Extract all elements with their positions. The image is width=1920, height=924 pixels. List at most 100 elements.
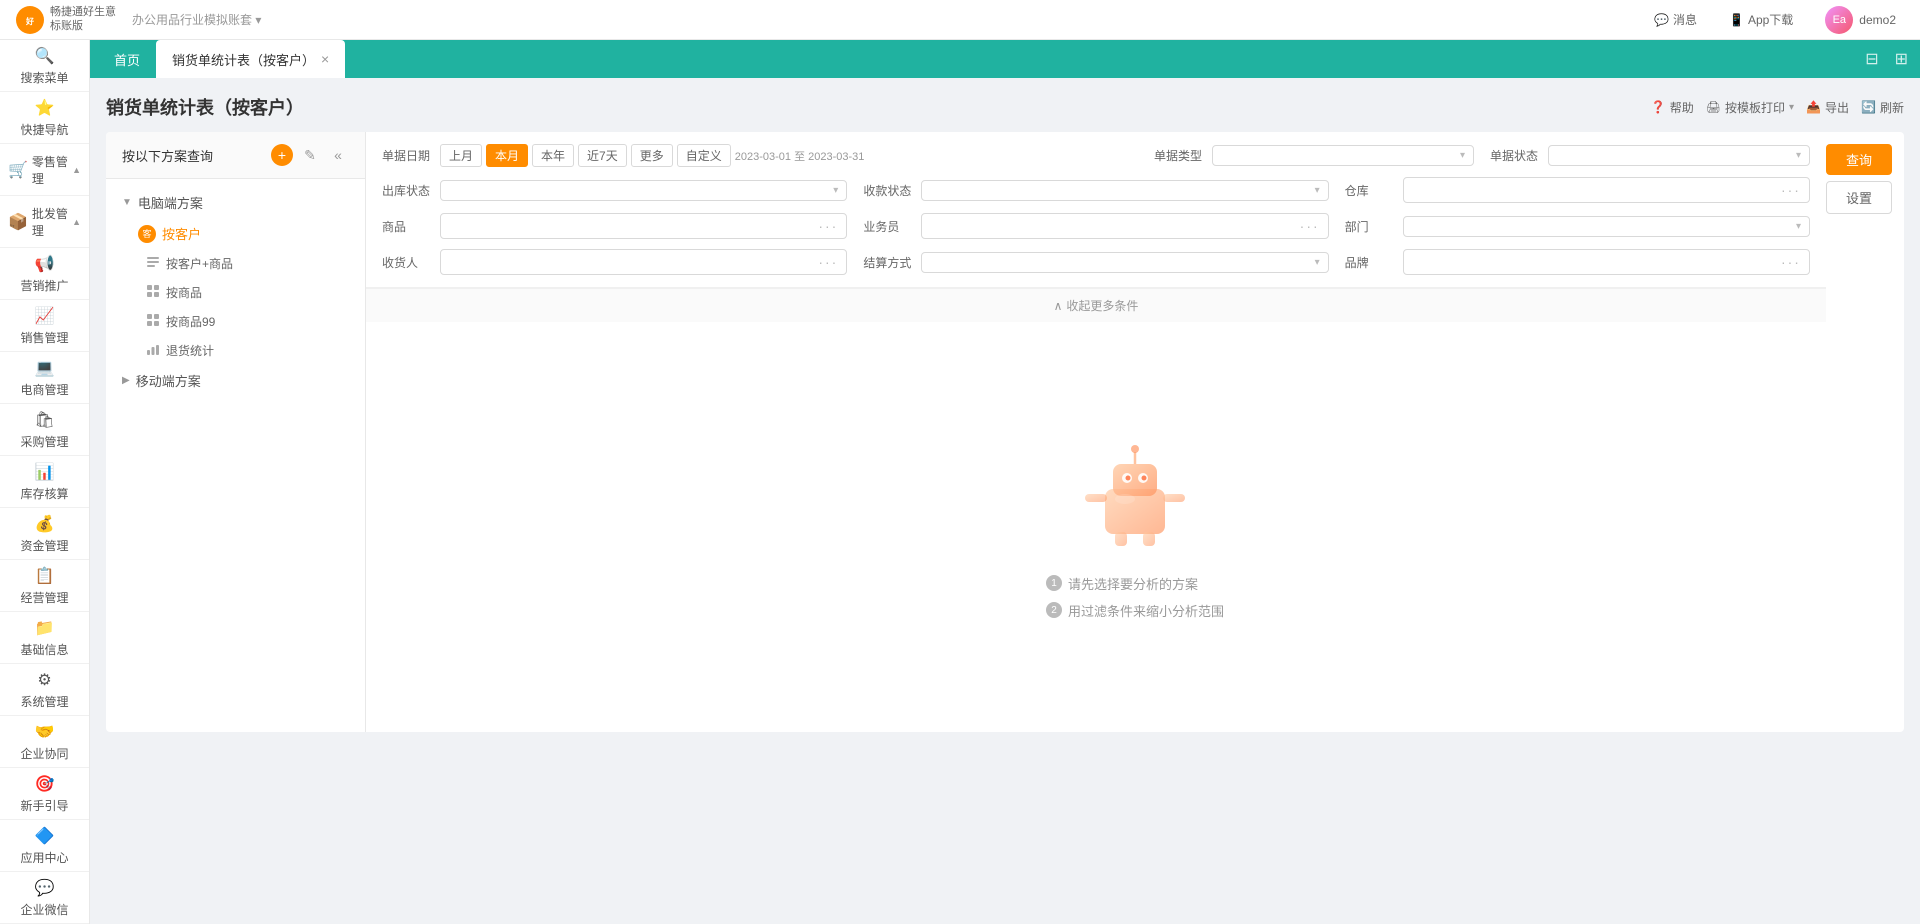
doc-status-select[interactable]: ▾ [1548, 145, 1810, 166]
return-stat-icon [146, 342, 160, 359]
doc-type-select[interactable]: ▾ [1212, 145, 1474, 166]
query-btn-group: 查询 设置 [1826, 132, 1904, 322]
salesperson-select[interactable]: ··· [921, 213, 1328, 239]
sidebar-label-wholesale: 批发管理 [32, 205, 68, 239]
customer-goods-icon [146, 255, 160, 272]
edit-scheme-button[interactable]: ✎ [299, 144, 321, 166]
empty-tip-1: 1 请先选择要分析的方案 [1046, 574, 1224, 593]
sidebar-item-enterprise[interactable]: 🤝 企业协同 [0, 716, 89, 768]
sidebar-item-ecommerce[interactable]: 💻 电商管理 [0, 352, 89, 404]
breadcrumb[interactable]: 办公用品行业模拟账套 ▾ [132, 11, 261, 28]
warehouse-select[interactable]: ··· [1403, 177, 1810, 203]
date-more[interactable]: 更多 [631, 144, 673, 167]
sidebar-item-system[interactable]: ⚙ 系统管理 [0, 664, 89, 716]
tab-sales-stat[interactable]: 销货单统计表（按客户） × [156, 40, 345, 78]
sidebar-label-apps: 应用中心 [20, 849, 68, 866]
filter-row-4: 收货人 ··· 结算方式 [382, 249, 1810, 275]
tab-close-icon[interactable]: × [321, 52, 329, 66]
user-menu-button[interactable]: Ea demo2 [1817, 2, 1904, 38]
refresh-button[interactable]: 🔄 刷新 [1861, 99, 1904, 116]
message-button[interactable]: 💬 消息 [1646, 7, 1705, 32]
ship-status-select[interactable]: ▾ [440, 180, 847, 201]
receipt-status-select[interactable]: ▾ [921, 180, 1328, 201]
add-scheme-button[interactable]: + [271, 144, 293, 166]
help-button[interactable]: ❓ 帮助 [1651, 99, 1694, 116]
purchase-icon: 🛍 [34, 410, 54, 430]
brand-select[interactable]: ··· [1403, 249, 1810, 275]
doc-status-label: 单据状态 [1490, 147, 1540, 164]
sidebar-item-shortcut[interactable]: ⭐ 快捷导航 [0, 92, 89, 144]
sidebar-item-operation[interactable]: 📋 经营管理 [0, 560, 89, 612]
tree-group-pc[interactable]: ▼ 电脑端方案 [106, 187, 365, 218]
date-filter-control: 上月 本月 本年 近7天 更多 自定义 2023-03-01 至 2023-03… [440, 144, 1138, 167]
mobile-group-arrow: ▶ [122, 375, 130, 386]
wechat-icon: 💬 [35, 878, 55, 898]
page-content: 销货单统计表（按客户） ❓ 帮助 🖨 按模板打印 ▾ 📤 导出 [90, 78, 1920, 924]
app-download-button[interactable]: 📱 App下载 [1721, 7, 1801, 32]
dept-arrow-icon: ▾ [1796, 221, 1801, 232]
main-panel: 按以下方案查询 + ✎ « [106, 132, 1904, 732]
sidebar-item-marketing[interactable]: 📢 营销推广 [0, 248, 89, 300]
date-range-text: 2023-03-01 至 2023-03-31 [735, 148, 865, 164]
template-print-button[interactable]: 🖨 按模板打印 ▾ [1706, 99, 1794, 116]
collapse-bar[interactable]: ∧ 收起更多条件 [366, 288, 1826, 322]
date-last-month[interactable]: 上月 [440, 144, 482, 167]
enterprise-icon: 🤝 [35, 722, 55, 742]
tree-group-mobile[interactable]: ▶ 移动端方案 [106, 365, 365, 396]
tree-item-by-goods[interactable]: 按商品 [106, 278, 365, 307]
wholesale-arrow-icon: ▲ [72, 217, 81, 227]
sidebar-item-newbie[interactable]: 🎯 新手引导 [0, 768, 89, 820]
tree-item-by-customer[interactable]: 客 按客户 [106, 218, 365, 249]
page-header: 销货单统计表（按客户） ❓ 帮助 🖨 按模板打印 ▾ 📤 导出 [106, 94, 1904, 120]
setting-button[interactable]: 设置 [1826, 181, 1892, 214]
sidebar-label-basic: 基础信息 [20, 641, 68, 658]
receiver-select[interactable]: ··· [440, 249, 847, 275]
refresh-icon: 🔄 [1861, 100, 1876, 114]
sidebar-item-search[interactable]: 🔍 搜索菜单 [0, 40, 89, 92]
avatar: Ea [1825, 6, 1853, 34]
tab-home[interactable]: 首页 [98, 40, 156, 78]
newbie-icon: 🎯 [35, 774, 55, 794]
export-button[interactable]: 📤 导出 [1806, 99, 1849, 116]
sidebar-item-finance[interactable]: 💰 资金管理 [0, 508, 89, 560]
empty-tips: 1 请先选择要分析的方案 2 用过滤条件来缩小分析范围 [1046, 574, 1224, 620]
content-area: 首页 销货单统计表（按客户） × ⊟ ⊞ 销货单统计表（按客户） ❓ 帮助 [90, 40, 1920, 924]
sidebar-item-basic[interactable]: 📁 基础信息 [0, 612, 89, 664]
sidebar-label-purchase: 采购管理 [20, 433, 68, 450]
apps-icon: 🔷 [35, 826, 55, 846]
dept-select[interactable]: ▾ [1403, 216, 1810, 237]
tab-maximize-icon[interactable]: ⊞ [1891, 45, 1912, 73]
tab-minimize-icon[interactable]: ⊟ [1861, 45, 1882, 73]
ecommerce-icon: 💻 [35, 358, 55, 378]
sidebar-item-sales[interactable]: 📈 销售管理 [0, 300, 89, 352]
receipt-status-arrow-icon: ▾ [1315, 185, 1320, 196]
sidebar-label-operation: 经营管理 [20, 589, 68, 606]
warehouse-dots-icon: ··· [1781, 182, 1801, 198]
sidebar-item-wechat[interactable]: 💬 企业微信 [0, 872, 89, 924]
sidebar-label-enterprise: 企业协同 [20, 745, 68, 762]
sidebar-item-apps[interactable]: 🔷 应用中心 [0, 820, 89, 872]
query-button[interactable]: 查询 [1826, 144, 1892, 175]
filter-bar: 单据日期 上月 本月 本年 近7天 更多 自定义 [366, 132, 1826, 288]
sidebar-item-purchase[interactable]: 🛍 采购管理 [0, 404, 89, 456]
by-customer-label: 按客户 [162, 224, 201, 243]
tree-item-by-goods-99[interactable]: 按商品99 [106, 307, 365, 336]
sidebar-item-inventory[interactable]: 📊 库存核算 [0, 456, 89, 508]
collapse-panel-button[interactable]: « [327, 144, 349, 166]
settlement-select[interactable]: ▾ [921, 252, 1328, 273]
date-last-7[interactable]: 近7天 [578, 144, 627, 167]
date-custom[interactable]: 自定义 [677, 144, 731, 167]
date-this-year[interactable]: 本年 [532, 144, 574, 167]
tree-item-by-customer-goods[interactable]: 按客户+商品 [106, 249, 365, 278]
empty-state: 1 请先选择要分析的方案 2 用过滤条件来缩小分析范围 [366, 322, 1904, 732]
sidebar-label-finance: 资金管理 [20, 537, 68, 554]
date-this-month[interactable]: 本月 [486, 144, 528, 167]
sidebar-label-sales: 销售管理 [20, 329, 68, 346]
operation-icon: 📋 [35, 566, 55, 586]
tree-item-return-stat[interactable]: 退货统计 [106, 336, 365, 365]
sidebar-item-wholesale[interactable]: 📦 批发管理 ▲ [0, 196, 89, 248]
date-filter-label: 单据日期 [382, 147, 432, 164]
sidebar-item-retail[interactable]: 🛒 零售管理 ▲ [0, 144, 89, 196]
by-customer-icon: 客 [138, 225, 156, 243]
goods-select[interactable]: ··· [440, 213, 847, 239]
